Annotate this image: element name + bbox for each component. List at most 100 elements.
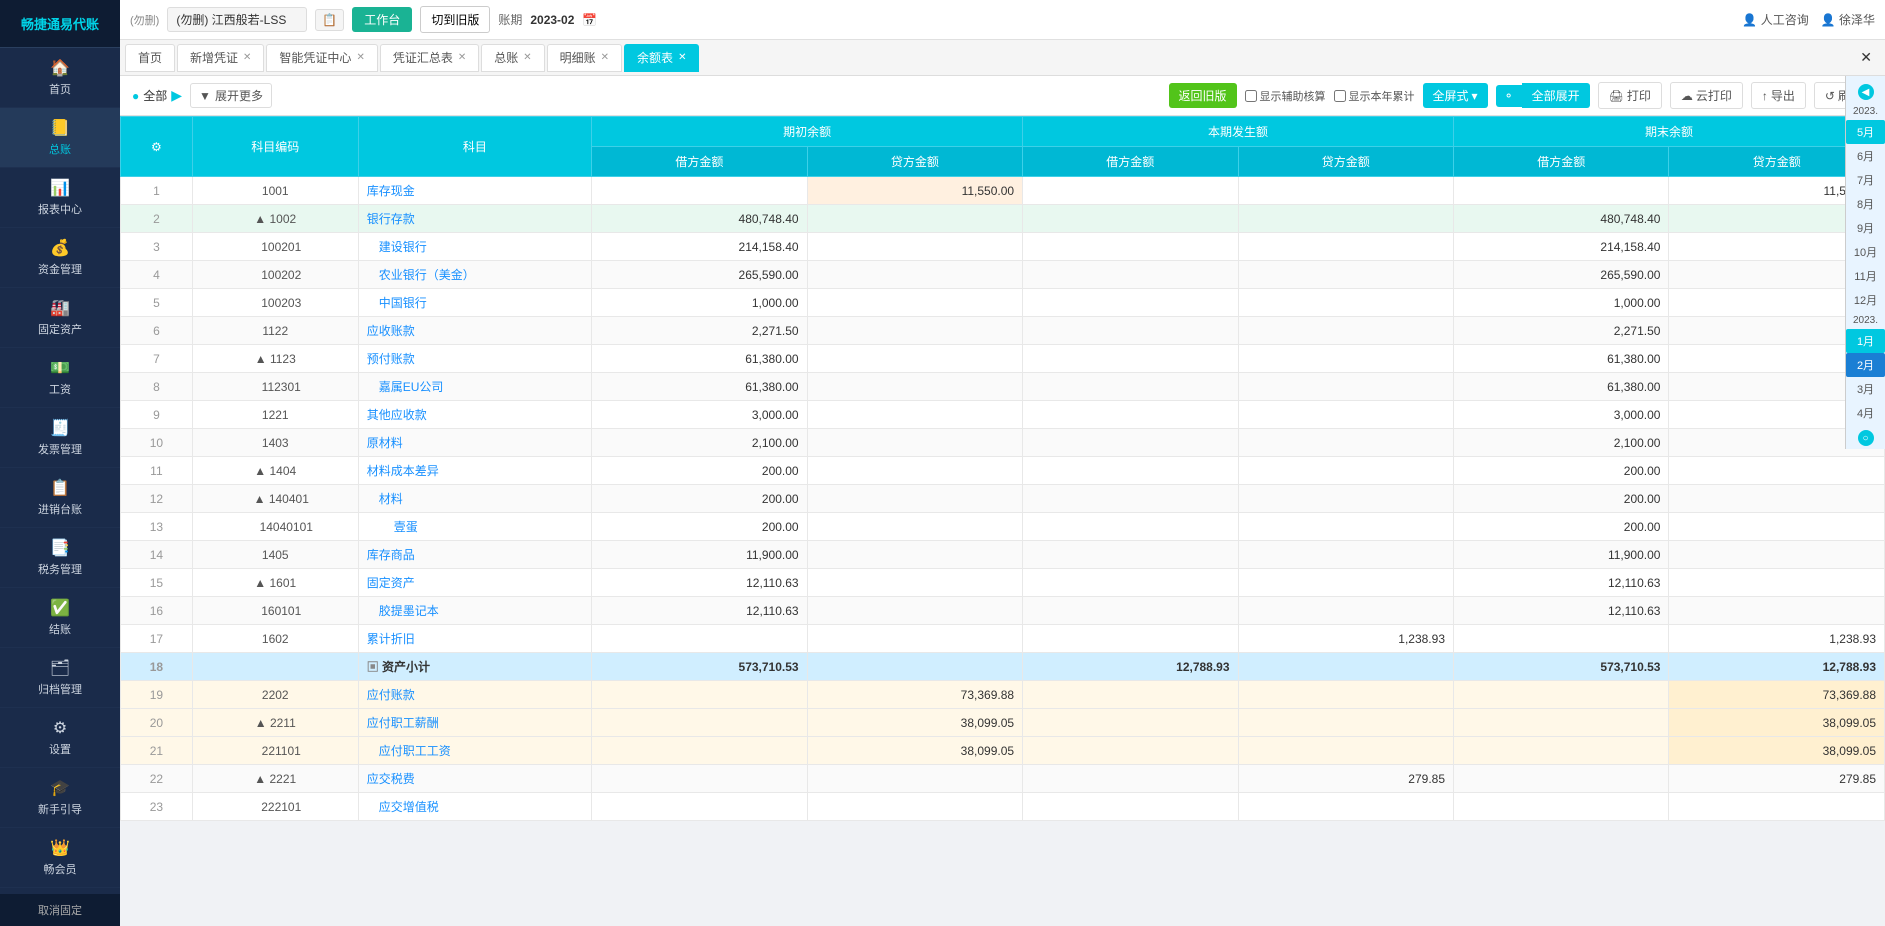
cell-name[interactable]: 应付账款 [358, 681, 591, 709]
cell-name[interactable]: 应交税费 [358, 765, 591, 793]
sidebar-item-funds[interactable]: 💰 资金管理 [0, 228, 120, 288]
tab-close-detail[interactable]: ✕ [601, 52, 609, 63]
fullscreen-button[interactable]: 全屏式 ▾ [1423, 83, 1488, 108]
table-row: 22▲ 2221应交税费279.85279.85 [121, 765, 1885, 793]
sidebar-item-reports[interactable]: 📊 报表中心 [0, 168, 120, 228]
right-month-4[interactable]: 4月 [1846, 401, 1885, 425]
tab-voucher-summary[interactable]: 凭证汇总表 ✕ [380, 44, 479, 72]
cell-name[interactable]: 库存现金 [358, 177, 591, 205]
print-icon: 🖨 [1609, 89, 1624, 103]
cell-name[interactable]: 应收账款 [358, 317, 591, 345]
workbench-button[interactable]: 工作台 [352, 7, 412, 32]
ledger-icon: 📒 [50, 118, 70, 138]
print-button[interactable]: 🖨 打印 [1598, 82, 1662, 109]
tab-detail-ledger[interactable]: 明细账 ✕ [547, 44, 622, 72]
sidebar-item-payroll[interactable]: 💵 工资 [0, 348, 120, 408]
guide-icon: 🎓 [50, 778, 70, 798]
close-all-button[interactable]: ✕ [1852, 49, 1880, 66]
cell-name[interactable]: 应交增值税 [358, 793, 591, 821]
cell-name[interactable]: 应付职工工资 [358, 737, 591, 765]
tab-smart-voucher[interactable]: 智能凭证中心 ✕ [266, 44, 377, 72]
export-button[interactable]: ↑ 导出 [1751, 82, 1806, 109]
cell-open-credit: 73,369.88 [807, 681, 1022, 709]
cell-cur-credit [1238, 177, 1453, 205]
cell-name[interactable]: 预付账款 [358, 345, 591, 373]
consult-link[interactable]: 👤 人工咨询 [1742, 11, 1808, 28]
assist-checkbox[interactable] [1245, 90, 1257, 102]
sidebar-item-guide[interactable]: 🎓 新手引导 [0, 768, 120, 828]
cell-name[interactable]: 银行存款 [358, 205, 591, 233]
cell-name[interactable]: 材料 [358, 485, 591, 513]
right-month-11[interactable]: 11月 [1846, 264, 1885, 288]
cell-name[interactable]: 壹蛋 [358, 513, 591, 541]
ytd-checkbox[interactable] [1334, 90, 1346, 102]
dropdown-icon: ▾ [1472, 89, 1478, 103]
sidebar-item-assets[interactable]: 🏭 固定资产 [0, 288, 120, 348]
sidebar-item-archive[interactable]: 🗂 归档管理 [0, 648, 120, 708]
tab-balance[interactable]: 余额表 ✕ [624, 44, 699, 72]
show-ytd-check[interactable]: 显示本年累计 [1334, 88, 1415, 104]
filter-arrow[interactable]: ▶ [171, 87, 182, 104]
cell-name[interactable]: 农业银行（美金） [358, 261, 591, 289]
right-toggle[interactable]: ◀ [1858, 84, 1874, 100]
tab-close-summary[interactable]: ✕ [458, 52, 466, 63]
table-row: 11▲ 1404材料成本差异200.00200.00 [121, 457, 1885, 485]
cell-name[interactable]: 应付职工薪酬 [358, 709, 591, 737]
tab-new-voucher[interactable]: 新增凭证 ✕ [177, 44, 264, 72]
user-avatar[interactable]: 👤 徐泽华 [1821, 11, 1875, 28]
right-month-7[interactable]: 7月 [1846, 168, 1885, 192]
right-month-6[interactable]: 6月 [1846, 144, 1885, 168]
table-row: 8112301嘉属EU公司61,380.0061,380.00 [121, 373, 1885, 401]
cell-name[interactable]: 其他应收款 [358, 401, 591, 429]
cell-open-debit: 480,748.40 [592, 205, 807, 233]
th-settings[interactable]: ⚙ [121, 117, 193, 177]
tab-close-balance[interactable]: ✕ [678, 52, 686, 63]
right-month-2[interactable]: 2月 [1846, 353, 1885, 377]
sidebar-item-home[interactable]: 🏠 首页 [0, 48, 120, 108]
tab-home[interactable]: 首页 [125, 44, 175, 72]
expand-more-button[interactable]: ▼ 展开更多 [190, 83, 272, 108]
expand-all-button[interactable]: 全部展开 [1522, 83, 1590, 108]
unpin-button[interactable]: 取消固定 [0, 894, 120, 926]
tab-close-new-voucher[interactable]: ✕ [243, 52, 251, 63]
cell-name[interactable]: 材料成本差异 [358, 457, 591, 485]
right-month-3[interactable]: 3月 [1846, 377, 1885, 401]
right-month-10[interactable]: 10月 [1846, 240, 1885, 264]
sidebar-item-purchase[interactable]: 📋 进销台账 [0, 468, 120, 528]
copy-button[interactable]: 📋 [315, 9, 344, 31]
sidebar-item-ledger[interactable]: 📒 总账 [0, 108, 120, 168]
sidebar-item-member[interactable]: 👑 畅会员 [0, 828, 120, 888]
right-month-12[interactable]: 12月 [1846, 288, 1885, 312]
toggle-icon[interactable]: ⚬ [1496, 85, 1522, 107]
cell-name[interactable]: 累计折旧 [358, 625, 591, 653]
right-toggle-expand[interactable]: ○ [1858, 430, 1874, 446]
sidebar-item-tax[interactable]: 📑 税务管理 [0, 528, 120, 588]
cloud-print-button[interactable]: ☁ 云打印 [1670, 82, 1743, 109]
right-month-8[interactable]: 8月 [1846, 192, 1885, 216]
cell-name[interactable]: 胶提墨记本 [358, 597, 591, 625]
cell-name[interactable]: 原材料 [358, 429, 591, 457]
cell-name[interactable]: 中国银行 [358, 289, 591, 317]
sidebar-item-close[interactable]: ✅ 结账 [0, 588, 120, 648]
show-assist-check[interactable]: 显示辅助核算 [1245, 88, 1326, 104]
right-month-5[interactable]: 5月 [1846, 120, 1885, 144]
tab-close-general[interactable]: ✕ [523, 52, 531, 63]
return-old-button[interactable]: 返回旧版 [1169, 83, 1237, 108]
cell-name[interactable]: 库存商品 [358, 541, 591, 569]
tab-general-ledger[interactable]: 总账 ✕ [481, 44, 544, 72]
right-month-9[interactable]: 9月 [1846, 216, 1885, 240]
cell-cur-debit [1023, 625, 1238, 653]
cell-name[interactable]: 嘉属EU公司 [358, 373, 591, 401]
table-row: 61122应收账款2,271.502,271.50 [121, 317, 1885, 345]
calendar-icon[interactable]: 📅 [582, 13, 597, 27]
switch-version-button[interactable]: 切到旧版 [420, 6, 490, 33]
company-selector[interactable]: (勿删) 江西般若-LSS [167, 7, 307, 32]
radio-all[interactable]: ● [132, 89, 139, 103]
tab-close-smart[interactable]: ✕ [356, 52, 364, 63]
cell-name[interactable]: 建设银行 [358, 233, 591, 261]
right-month-1[interactable]: 1月 [1846, 329, 1885, 353]
sidebar-item-settings[interactable]: ⚙ 设置 [0, 708, 120, 768]
cell-name[interactable]: 固定资产 [358, 569, 591, 597]
sidebar-item-invoice[interactable]: 🧾 发票管理 [0, 408, 120, 468]
payroll-icon: 💵 [50, 358, 70, 378]
